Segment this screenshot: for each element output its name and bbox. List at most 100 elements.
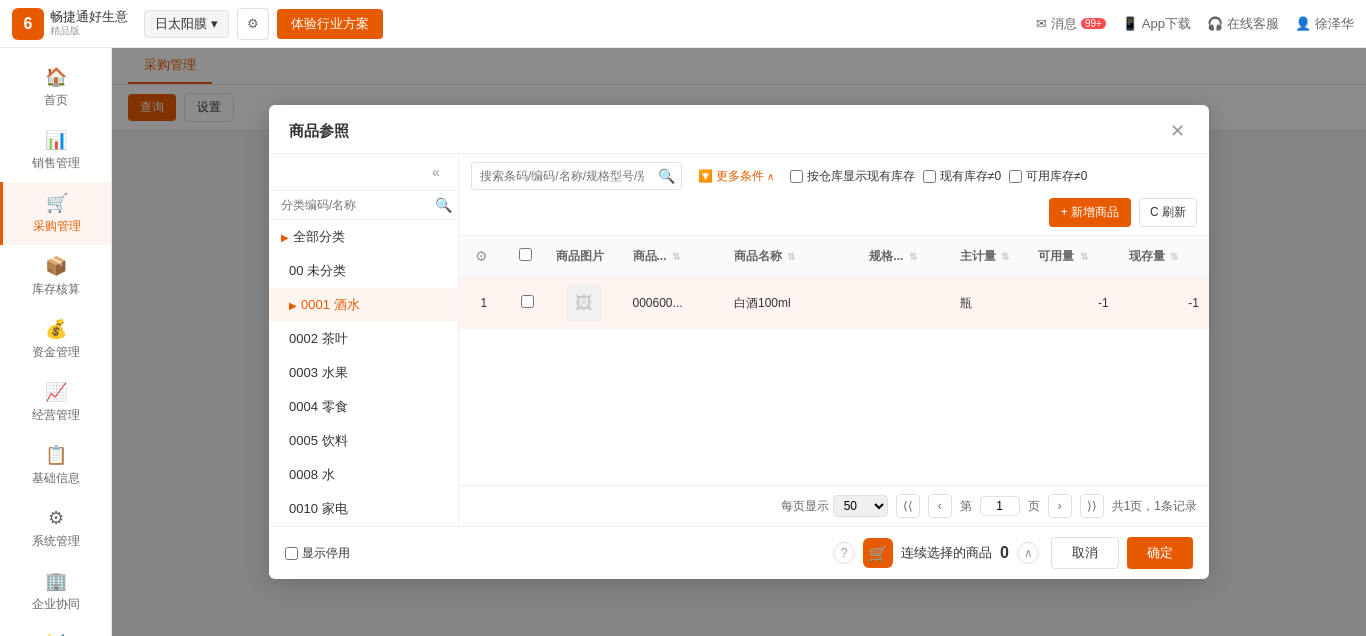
user-avatar[interactable]: 👤 徐泽华 [1295, 15, 1354, 33]
show-disabled-label[interactable]: 显示停用 [285, 545, 350, 562]
content-area: 采购管理 查询 设置 商品参照 ✕ [112, 48, 1366, 636]
stock-nonzero-checkbox[interactable] [923, 170, 936, 183]
online-service-label: 在线客服 [1227, 15, 1279, 33]
cancel-btn[interactable]: 取消 [1051, 537, 1119, 569]
row-checkbox[interactable] [521, 295, 534, 308]
th-checkbox [509, 236, 546, 277]
cat-item-cat0004[interactable]: 0004 零食 [269, 390, 458, 424]
sidebar-icon-sales: 📊 [45, 129, 67, 151]
user-name: 徐泽华 [1315, 15, 1354, 33]
avail-nonzero-checkbox-label[interactable]: 可用库存≠0 [1009, 168, 1087, 185]
sidebar-label-enterprise: 企业协同 [32, 596, 80, 613]
th-name[interactable]: 商品名称 ⇅ [724, 236, 859, 277]
nav-selector[interactable]: 日太阳膜 ▾ [144, 10, 229, 38]
sidebar-item-enterprise[interactable]: 🏢企业协同 [0, 560, 111, 623]
cat-item-label: 0005 饮料 [289, 432, 348, 450]
sidebar-item-guide[interactable]: 🔰新手引导 [0, 623, 111, 636]
product-search-input[interactable] [472, 169, 652, 183]
edition-label: 精品版 [50, 24, 128, 38]
cart-label: 连续选择的商品 [901, 544, 992, 562]
app-download-item[interactable]: 📱 App下载 [1122, 15, 1191, 33]
th-code[interactable]: 商品... ⇅ [623, 236, 725, 277]
warehouse-checkbox[interactable] [790, 170, 803, 183]
select-all-checkbox[interactable] [519, 248, 532, 261]
sidebar-item-inventory[interactable]: 📦库存核算 [0, 245, 111, 308]
nav-selector-label: 日太阳膜 [155, 15, 207, 33]
message-icon: ✉ [1036, 16, 1047, 31]
th-unit[interactable]: 主计量 ⇅ [950, 236, 1029, 277]
modal-overlay: 商品参照 ✕ « 🔍 [112, 48, 1366, 636]
page-prev-btn[interactable]: ‹ [928, 494, 952, 518]
table-settings-btn[interactable]: ⚙ [469, 244, 493, 268]
cat-item-cat0001[interactable]: ▶ 0001 酒水 [269, 288, 458, 322]
refresh-btn[interactable]: C 刷新 [1139, 198, 1197, 227]
cat-item-cat0003[interactable]: 0003 水果 [269, 356, 458, 390]
sidebar-item-operation[interactable]: 📈经营管理 [0, 371, 111, 434]
th-settings: ⚙ [459, 236, 509, 277]
search-icon-btn[interactable]: 🔍 [652, 168, 681, 184]
sidebar-label-inventory: 库存核算 [32, 281, 80, 298]
filter-btn[interactable]: 🔽 更多条件 ∧ [690, 164, 782, 189]
page-first-btn[interactable]: ⟨⟨ [896, 494, 920, 518]
gear-button[interactable]: ⚙ [237, 8, 269, 40]
page-size-dropdown[interactable]: 50 100 200 [833, 495, 888, 517]
sort-spec-icon: ⇅ [909, 251, 917, 262]
cat-item-cat0005[interactable]: 0005 饮料 [269, 424, 458, 458]
main-layout: 🏠首页📊销售管理🛒采购管理📦库存核算💰资金管理📈经营管理📋基础信息⚙系统管理🏢企… [0, 48, 1366, 636]
stock-nonzero-label: 现有库存≠0 [940, 168, 1001, 185]
modal-close-button[interactable]: ✕ [1165, 119, 1189, 143]
stock-nonzero-checkbox-label[interactable]: 现有库存≠0 [923, 168, 1001, 185]
row-code: 000600... [623, 277, 725, 330]
warehouse-label: 按仓库显示现有库存 [807, 168, 915, 185]
page-last-btn[interactable]: ⟩⟩ [1080, 494, 1104, 518]
sidebar-item-sales[interactable]: 📊销售管理 [0, 119, 111, 182]
data-table-wrap: ⚙ 商品图片 [459, 236, 1209, 485]
cat-item-label: 0004 零食 [289, 398, 348, 416]
cat-item-all[interactable]: ▶ 全部分类 [269, 220, 458, 254]
cat-item-cat0008[interactable]: 0008 水 [269, 458, 458, 492]
sidebar-label-finance: 资金管理 [32, 344, 80, 361]
table-row[interactable]: 1 🖼 000600... 白酒100ml 瓶 -1 -1 [459, 277, 1209, 330]
cat-search-input[interactable] [281, 198, 431, 212]
sidebar-item-home[interactable]: 🏠首页 [0, 56, 111, 119]
row-num: 1 [459, 277, 509, 330]
online-service-item[interactable]: 🎧 在线客服 [1207, 15, 1279, 33]
confirm-btn[interactable]: 确定 [1127, 537, 1193, 569]
th-img: 商品图片 [546, 236, 623, 277]
sidebar-item-system[interactable]: ⚙系统管理 [0, 497, 111, 560]
cat-collapse-btn[interactable]: « [426, 162, 446, 182]
messages-item[interactable]: ✉ 消息 99 [1036, 15, 1106, 33]
sidebar-item-basic[interactable]: 📋基础信息 [0, 434, 111, 497]
cart-collapse-btn[interactable]: ∧ [1017, 542, 1039, 564]
row-name: 白酒100ml [724, 277, 859, 330]
sidebar: 🏠首页📊销售管理🛒采购管理📦库存核算💰资金管理📈经营管理📋基础信息⚙系统管理🏢企… [0, 48, 112, 636]
modal-toolbar: 🔍 🔽 更多条件 ∧ 按仓库显示现有库存 [459, 154, 1209, 236]
logo-icon: 6 [12, 8, 44, 40]
modal-footer: 显示停用 ? 🛒 连续选择的商品 0 ∧ 取消 [269, 526, 1209, 579]
cat-item-cat0002[interactable]: 0002 茶叶 [269, 322, 458, 356]
show-disabled-checkbox[interactable] [285, 547, 298, 560]
cat-item-cat0010[interactable]: 0010 家电 [269, 492, 458, 526]
sidebar-icon-basic: 📋 [45, 444, 67, 466]
avail-nonzero-checkbox[interactable] [1009, 170, 1022, 183]
page-next-btn[interactable]: › [1048, 494, 1072, 518]
cat-search-icon[interactable]: 🔍 [435, 197, 452, 213]
avatar-icon: 👤 [1295, 16, 1311, 31]
help-icon[interactable]: ? [833, 542, 855, 564]
th-avail[interactable]: 可用量 ⇅ [1028, 236, 1118, 277]
page-input[interactable] [980, 496, 1020, 516]
warehouse-checkbox-label[interactable]: 按仓库显示现有库存 [790, 168, 915, 185]
sort-stock-icon: ⇅ [1170, 251, 1178, 262]
search-box: 🔍 [471, 162, 682, 190]
cat-item-uncat[interactable]: 00 未分类 [269, 254, 458, 288]
cat-item-label: 全部分类 [293, 228, 345, 246]
sidebar-item-finance[interactable]: 💰资金管理 [0, 308, 111, 371]
experience-btn[interactable]: 体验行业方案 [277, 9, 383, 39]
cart-btn[interactable]: 🛒 [863, 538, 893, 568]
th-stock[interactable]: 现存量 ⇅ [1119, 236, 1209, 277]
row-checkbox-cell [509, 277, 546, 330]
sidebar-item-purchase[interactable]: 🛒采购管理 [0, 182, 111, 245]
th-spec[interactable]: 规格... ⇅ [859, 236, 949, 277]
add-product-btn[interactable]: + 新增商品 [1049, 198, 1131, 227]
nav-right: ✉ 消息 99 📱 App下载 🎧 在线客服 👤 徐泽华 [1036, 15, 1354, 33]
